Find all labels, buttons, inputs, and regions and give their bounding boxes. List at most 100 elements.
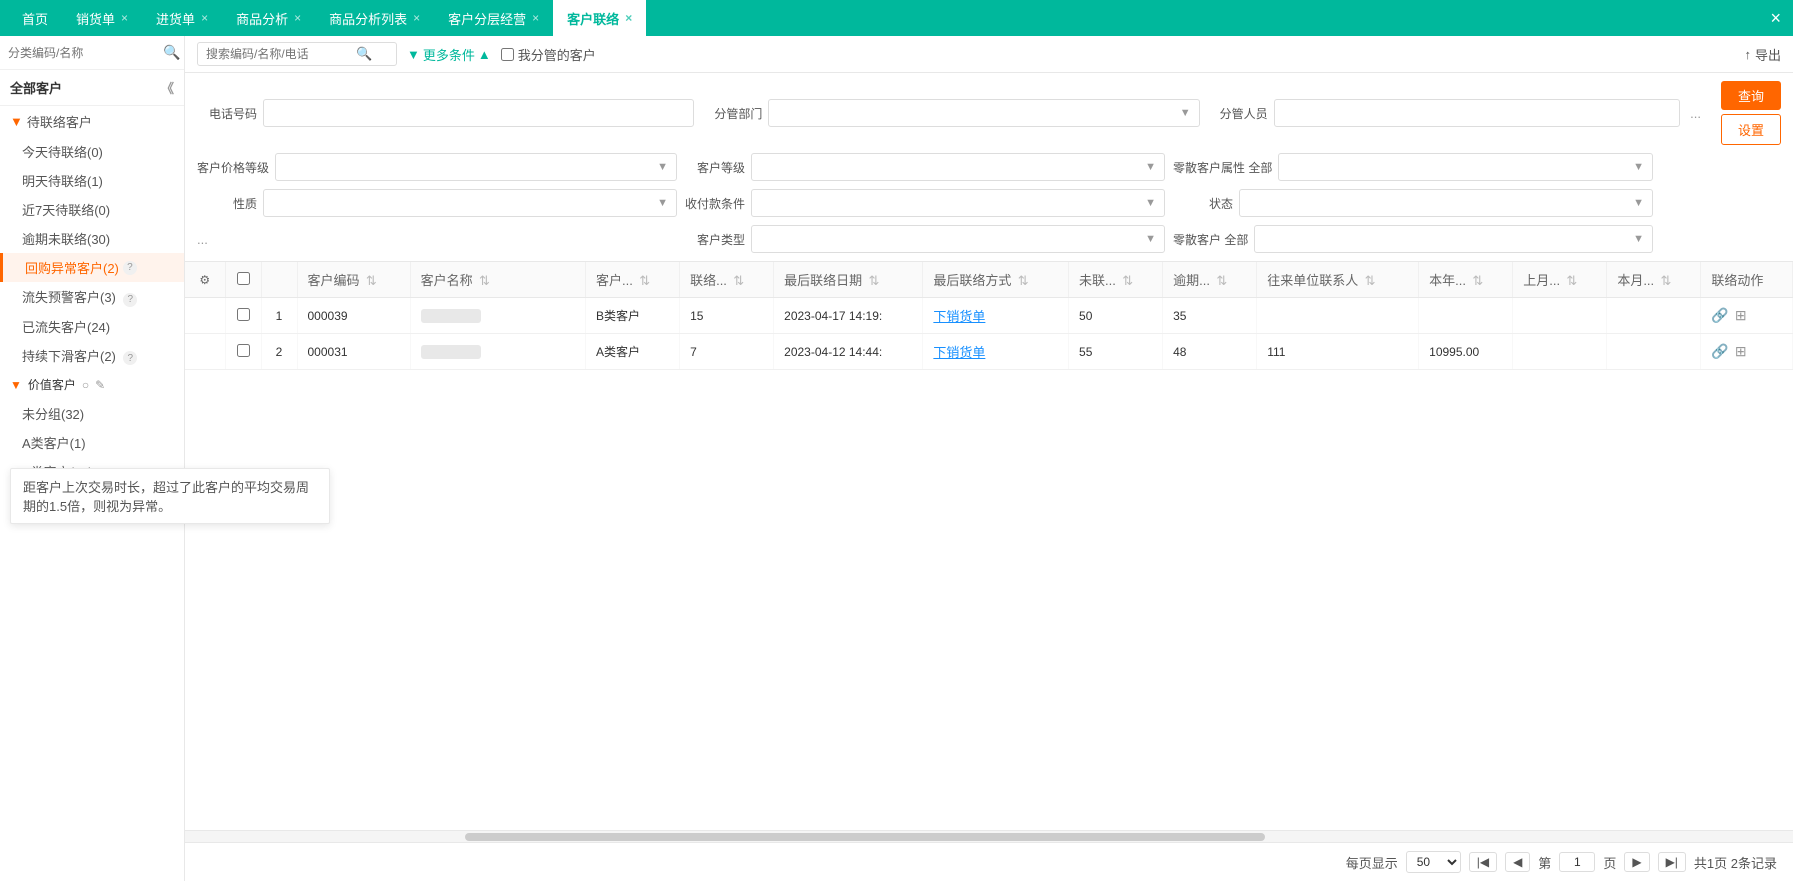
row2-name-blurred (421, 345, 481, 359)
collapse-sidebar-icon[interactable]: 《 (161, 78, 174, 97)
nav-item-customer-contact[interactable]: 客户联络 × (553, 0, 646, 36)
my-customers-filter: 我分管的客户 (501, 45, 596, 64)
sidebar-already-lost[interactable]: 已流失客户(24) (0, 312, 184, 341)
nav-item-analysis-list[interactable]: 商品分析列表 × (315, 0, 434, 36)
dept-select[interactable]: ▼ (768, 99, 1199, 127)
more-conditions-btn[interactable]: ▼ 更多条件 ▲ (407, 45, 491, 64)
th-name[interactable]: 客户名称 ⇅ (410, 262, 585, 298)
close-analysis-list-icon[interactable]: × (413, 11, 420, 25)
retail-customer-arrow: ▼ (1633, 233, 1644, 245)
sidebar-search-input[interactable] (8, 46, 163, 60)
first-page-btn[interactable]: |◀ (1469, 852, 1497, 872)
sidebar-lost-preview[interactable]: 流失预警客户(3) ? (0, 282, 184, 312)
close-analysis-icon[interactable]: × (294, 11, 301, 25)
row2-checkbox[interactable] (237, 344, 250, 357)
row2-grid-icon[interactable]: ⊞ (1735, 343, 1747, 360)
price-grade-select[interactable]: ▼ (275, 153, 677, 181)
search-icon[interactable]: 🔍 (356, 46, 372, 62)
sidebar-ungrouped[interactable]: 未分组(32) (0, 399, 184, 428)
nav-item-sales[interactable]: 销货单 × (62, 0, 142, 36)
sidebar-tomorrow-pending[interactable]: 明天待联络(1) (0, 166, 184, 195)
row1-code[interactable]: 000039 (297, 298, 410, 334)
close-all-button[interactable]: × (1770, 8, 1781, 29)
sort-this-month-icon: ⇅ (1661, 273, 1672, 288)
settings-button[interactable]: 设置 (1721, 114, 1781, 145)
page-input[interactable] (1559, 852, 1595, 872)
sidebar-class-a[interactable]: A类客户(1) (0, 428, 184, 457)
horizontal-scrollbar[interactable] (185, 830, 1793, 842)
query-button[interactable]: 查询 (1721, 81, 1781, 110)
all-customers-header[interactable]: 全部客户 《 (0, 70, 184, 106)
th-last-month[interactable]: 上月... ⇅ (1513, 262, 1607, 298)
scrollbar-thumb[interactable] (465, 833, 1265, 841)
row1-link-icon[interactable]: 🔗 (1711, 307, 1728, 324)
person-input[interactable] (1274, 99, 1680, 127)
person-more-icon[interactable]: ... (1686, 106, 1705, 121)
row2-last-method[interactable]: 下销货单 (923, 334, 1069, 370)
th-this-month[interactable]: 本月... ⇅ (1607, 262, 1701, 298)
retail-attr-select[interactable]: ▼ (1278, 153, 1653, 181)
prev-page-btn[interactable]: ◀ (1505, 852, 1530, 872)
th-code[interactable]: 客户编码 ⇅ (297, 262, 410, 298)
th-not-contact[interactable]: 未联... ⇅ (1069, 262, 1163, 298)
nature-select[interactable]: ▼ (263, 189, 677, 217)
row2-name[interactable] (410, 334, 585, 370)
close-purchase-icon[interactable]: × (201, 11, 208, 25)
per-page-select[interactable]: 50 100 200 (1406, 851, 1461, 873)
th-this-year[interactable]: 本年... ⇅ (1419, 262, 1513, 298)
payment-select[interactable]: ▼ (751, 189, 1165, 217)
sidebar-search-icon[interactable]: 🔍 (163, 44, 180, 61)
nav-item-purchase[interactable]: 进货单 × (142, 0, 222, 36)
row1-checkbox[interactable] (237, 308, 250, 321)
customer-grade-select[interactable]: ▼ (751, 153, 1165, 181)
my-customers-checkbox[interactable] (501, 48, 514, 61)
row1-type: B类客户 (586, 298, 680, 334)
row2-link-icon[interactable]: 🔗 (1711, 343, 1728, 360)
nav-item-analysis[interactable]: 商品分析 × (222, 0, 315, 36)
nav-item-customer-layered[interactable]: 客户分层经营 × (434, 0, 553, 36)
close-customer-contact-icon[interactable]: × (625, 11, 632, 25)
retail-customer-select[interactable]: ▼ (1254, 225, 1653, 253)
nav-item-home[interactable]: 首页 (8, 0, 62, 36)
sidebar-today-pending[interactable]: 今天待联络(0) (0, 137, 184, 166)
th-action[interactable]: 联络动作 (1701, 262, 1793, 298)
filter-person: 分管人员 ... (1208, 99, 1705, 127)
customer-type-select[interactable]: ▼ (751, 225, 1165, 253)
filter-dots[interactable]: ... (197, 232, 208, 247)
th-gear[interactable]: ⚙ (185, 262, 225, 298)
close-sales-icon[interactable]: × (121, 11, 128, 25)
th-contact-count[interactable]: 联络... ⇅ (680, 262, 774, 298)
dept-label: 分管部门 (702, 105, 762, 122)
value-customers-circle-icon[interactable]: ○ (82, 378, 89, 392)
close-customer-layered-icon[interactable]: × (532, 11, 539, 25)
row2-check[interactable] (225, 334, 261, 370)
th-check[interactable] (225, 262, 261, 298)
th-last-method[interactable]: 最后联络方式 ⇅ (923, 262, 1069, 298)
sidebar-7days-pending[interactable]: 近7天待联络(0) (0, 195, 184, 224)
row2-last-month (1513, 334, 1607, 370)
sidebar-persistent-decline[interactable]: 持续下滑客户(2) ? (0, 341, 184, 371)
row1-grid-icon[interactable]: ⊞ (1735, 307, 1747, 324)
row1-name[interactable] (410, 298, 585, 334)
select-all-checkbox[interactable] (237, 272, 250, 285)
export-button[interactable]: ↑ 导出 (1744, 45, 1781, 64)
row1-contact-count: 15 (680, 298, 774, 334)
th-last-date[interactable]: 最后联络日期 ⇅ (774, 262, 923, 298)
next-page-btn[interactable]: ▶ (1624, 852, 1649, 872)
payment-arrow: ▼ (1145, 197, 1156, 209)
value-customers-edit-icon[interactable]: ✎ (95, 378, 105, 392)
price-grade-arrow: ▼ (657, 161, 668, 173)
row1-last-method[interactable]: 下销货单 (923, 298, 1069, 334)
row1-check[interactable] (225, 298, 261, 334)
status-select[interactable]: ▼ (1239, 189, 1653, 217)
th-overdue[interactable]: 逾期... ⇅ (1163, 262, 1257, 298)
last-page-btn[interactable]: ▶| (1658, 852, 1686, 872)
th-unit-contact[interactable]: 往来单位联系人 ⇅ (1257, 262, 1419, 298)
search-input[interactable] (206, 47, 356, 61)
row2-code[interactable]: 000031 (297, 334, 410, 370)
pending-contact-group[interactable]: ▼ 待联络客户 (0, 106, 184, 137)
th-type[interactable]: 客户... ⇅ (586, 262, 680, 298)
phone-input[interactable] (263, 99, 694, 127)
sidebar-overdue-pending[interactable]: 逾期未联络(30) (0, 224, 184, 253)
sidebar-repeat-anomaly[interactable]: 回购异常客户(2) ? (0, 253, 184, 282)
